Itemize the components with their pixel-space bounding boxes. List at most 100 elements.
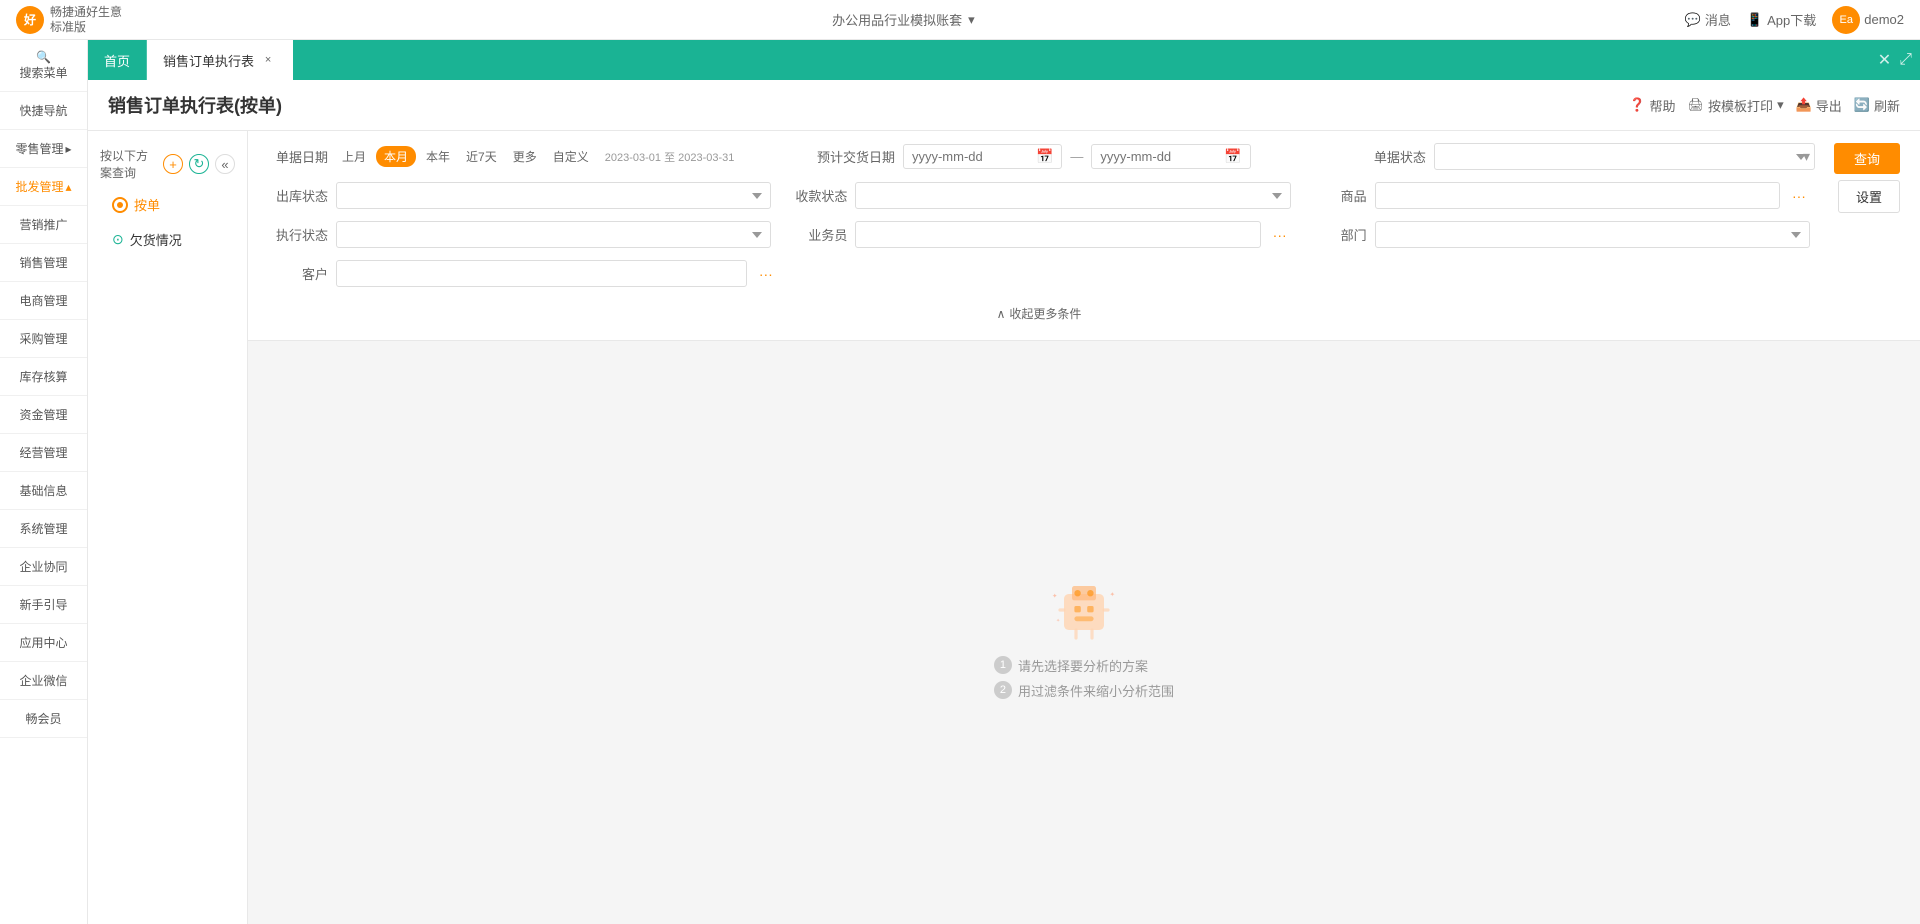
- expected-date-from[interactable]: [912, 149, 1032, 164]
- tip-num-2: 2: [994, 681, 1012, 699]
- goods-ellipsis[interactable]: ···: [1788, 188, 1810, 204]
- sidebar-item-wechat[interactable]: 企业微信: [0, 662, 87, 700]
- salesman-ellipsis[interactable]: ···: [1269, 227, 1291, 243]
- sidebar-item-quick-nav[interactable]: 快捷导航: [0, 92, 87, 130]
- sidebar-item-tutorial[interactable]: 新手引导: [0, 586, 87, 624]
- close-window-button[interactable]: ✕: [1878, 50, 1891, 70]
- expected-date-to[interactable]: [1100, 149, 1220, 164]
- date-tab-this-month[interactable]: 本月: [376, 146, 416, 167]
- print-icon: 🖨: [1688, 97, 1705, 113]
- export-button[interactable]: 📤 导出: [1796, 96, 1842, 115]
- customer-label: 客户: [268, 264, 328, 283]
- content-area: 销售订单执行表(按单) ❓ 帮助 🖨 按模板打印 ▾ 📤 导出: [88, 80, 1920, 924]
- add-plan-button[interactable]: +: [163, 154, 183, 174]
- refresh-button[interactable]: 🔄 刷新: [1854, 96, 1900, 115]
- empty-state: ✦ ✦ ✦ 1 请先选择要分析的方案 2: [994, 566, 1174, 700]
- delivery-label: 出库状态: [268, 186, 328, 205]
- sidebar-item-inventory[interactable]: 库存核算: [0, 358, 87, 396]
- refresh-plan-button[interactable]: ↻: [189, 154, 209, 174]
- industry-selector[interactable]: 办公用品行业模拟账套 ▾: [122, 10, 1685, 29]
- sidebar-item-app-center[interactable]: 应用中心: [0, 624, 87, 662]
- sidebar-item-finance[interactable]: 资金管理: [0, 396, 87, 434]
- chevron-right-icon: ▸: [65, 142, 71, 156]
- page-title: 销售订单执行表(按单): [108, 92, 282, 130]
- page-header: 销售订单执行表(按单) ❓ 帮助 🖨 按模板打印 ▾ 📤 导出: [88, 80, 1920, 131]
- sidebar-item-marketing[interactable]: 营销推广: [0, 206, 87, 244]
- download-icon: 📱: [1747, 12, 1763, 28]
- payment-filter-item: 收款状态: [787, 182, 1290, 209]
- sidebar-item-member[interactable]: 畅会员: [0, 700, 87, 738]
- filter-area: 单据日期 上月 本月 本年 近7天 更多: [248, 131, 1920, 341]
- salesman-filter-item: 业务员 ···: [787, 221, 1290, 248]
- exec-filter-item: 执行状态: [268, 221, 771, 248]
- tab-close-button[interactable]: ×: [260, 52, 276, 68]
- customer-input[interactable]: [336, 260, 747, 287]
- dept-select[interactable]: [1375, 221, 1810, 248]
- sidebar-item-system[interactable]: 系统管理: [0, 510, 87, 548]
- export-icon: 📤: [1796, 97, 1812, 113]
- filter-row-4: 客户 ···: [268, 260, 1810, 287]
- expected-date-item: 预计交货日期 📅 — 📅: [817, 144, 1350, 169]
- chevron-up-icon: ∧: [997, 307, 1006, 321]
- filter-row-3: 执行状态 业务员 ··· 部门: [268, 221, 1810, 248]
- date-range-text: 2023-03-01 至 2023-03-31: [605, 149, 735, 165]
- status-more-icon: ▾: [1803, 148, 1810, 165]
- tip-num-1: 1: [994, 656, 1012, 674]
- date-tabs: 上月 本月 本年 近7天 更多 自定义: [336, 146, 595, 167]
- print-button[interactable]: 🖨 按模板打印 ▾: [1688, 96, 1784, 115]
- status-select[interactable]: [1434, 143, 1815, 170]
- message-button[interactable]: 💬 消息: [1685, 10, 1731, 29]
- goods-label: 商品: [1307, 186, 1367, 205]
- sidebar-item-enterprise[interactable]: 企业协同: [0, 548, 87, 586]
- app-download-button[interactable]: 📱 App下载: [1747, 10, 1816, 29]
- plan-icon: [112, 197, 128, 213]
- date-tab-custom[interactable]: 自定义: [547, 146, 595, 167]
- sidebar: 🔍 搜索菜单 快捷导航 零售管理 ▸ 批发管理 ▴ 营销推广 销售管理 电商管理…: [0, 40, 88, 924]
- refresh-icon: 🔄: [1854, 97, 1870, 113]
- sidebar-item-purchase[interactable]: 采购管理: [0, 320, 87, 358]
- avatar: Ea: [1832, 6, 1860, 34]
- panel-item-by-order[interactable]: 按单: [88, 187, 247, 222]
- delivery-select[interactable]: [336, 182, 771, 209]
- payment-select[interactable]: [855, 182, 1290, 209]
- date-tab-this-year[interactable]: 本年: [420, 146, 456, 167]
- calendar-icon: 📅: [1036, 148, 1053, 165]
- help-button[interactable]: ❓ 帮助: [1629, 96, 1675, 115]
- date-filter: 上月 本月 本年 近7天 更多 自定义 2023-03-01 至 20: [336, 146, 801, 167]
- sidebar-item-ecommerce[interactable]: 电商管理: [0, 282, 87, 320]
- user-menu[interactable]: Ea demo2: [1832, 6, 1904, 34]
- date-tab-7days[interactable]: 近7天: [460, 146, 503, 167]
- query-button[interactable]: 查询: [1834, 143, 1900, 174]
- svg-text:✦: ✦: [1052, 593, 1057, 600]
- sidebar-item-sales[interactable]: 销售管理: [0, 244, 87, 282]
- date-dash: —: [1070, 149, 1083, 164]
- logo-text: 畅捷通好生意 标准版: [50, 5, 122, 34]
- expected-date-to-wrap: 📅: [1091, 144, 1250, 169]
- date-filter-item: 单据日期 上月 本月 本年 近7天 更多: [268, 146, 801, 167]
- sidebar-item-operations[interactable]: 经营管理: [0, 434, 87, 472]
- goods-input[interactable]: [1375, 182, 1780, 209]
- panel-item-backorder[interactable]: ⊙ 欠货情况: [88, 222, 247, 257]
- delivery-filter-item: 出库状态: [268, 182, 771, 209]
- collapse-button[interactable]: ∧ 收起更多条件: [268, 299, 1810, 328]
- salesman-input[interactable]: [855, 221, 1260, 248]
- sidebar-item-wholesale[interactable]: 批发管理 ▴: [0, 168, 87, 206]
- maximize-button[interactable]: ⤢: [1899, 51, 1912, 69]
- tab-sales-order[interactable]: 销售订单执行表 ×: [147, 40, 293, 80]
- calendar-icon-2: 📅: [1224, 148, 1241, 165]
- date-tab-more[interactable]: 更多: [507, 146, 543, 167]
- tab-home[interactable]: 首页: [88, 40, 147, 80]
- sidebar-item-basic-info[interactable]: 基础信息: [0, 472, 87, 510]
- exec-label: 执行状态: [268, 225, 328, 244]
- empty-tips: 1 请先选择要分析的方案 2 用过滤条件来缩小分析范围: [994, 656, 1174, 700]
- date-tab-last-month[interactable]: 上月: [336, 146, 372, 167]
- help-icon: ❓: [1629, 97, 1645, 113]
- salesman-label: 业务员: [787, 225, 847, 244]
- exec-select[interactable]: [336, 221, 771, 248]
- customer-ellipsis[interactable]: ···: [755, 266, 777, 282]
- setting-button[interactable]: 设置: [1838, 180, 1900, 213]
- sidebar-item-retail[interactable]: 零售管理 ▸: [0, 130, 87, 168]
- payment-label: 收款状态: [787, 186, 847, 205]
- collapse-panel-button[interactable]: «: [215, 154, 235, 174]
- sidebar-item-search[interactable]: 🔍 搜索菜单: [0, 40, 87, 92]
